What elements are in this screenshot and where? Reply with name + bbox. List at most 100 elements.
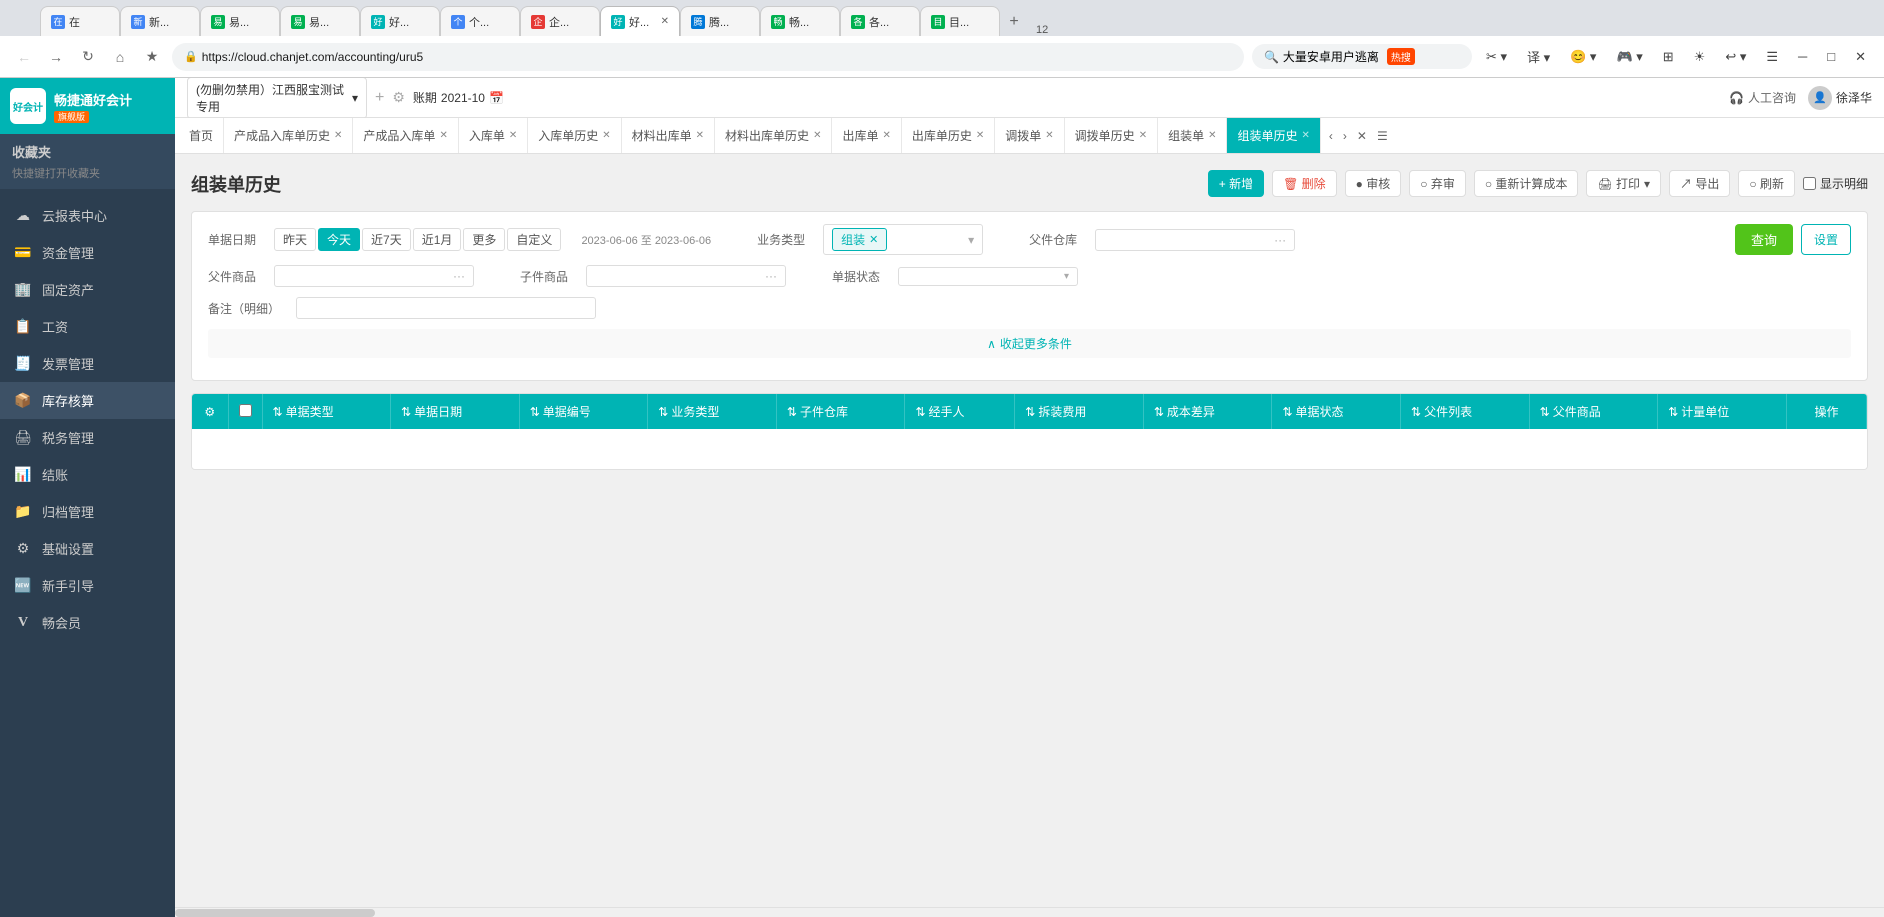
sidebar-item-invoice[interactable]: 🧾 发票管理	[0, 345, 175, 382]
settings-company-btn[interactable]: ⚙	[392, 89, 405, 106]
scrollbar-thumb[interactable]	[175, 909, 375, 917]
sort-icon-cost-diff[interactable]: ⇅	[1154, 405, 1164, 419]
child-product-input[interactable]: ···	[586, 265, 786, 287]
parent-product-input[interactable]: ···	[274, 265, 474, 287]
nav-tab-home[interactable]: 首页	[179, 118, 224, 153]
favorites-subtitle[interactable]: 快捷键打开收藏夹	[12, 165, 163, 181]
sidebar-item-cloud-report[interactable]: ☁ 云报表中心	[0, 197, 175, 234]
date-btn-1month[interactable]: 近1月	[413, 228, 462, 251]
nav-tab-4-close[interactable]: ✕	[602, 130, 610, 141]
nav-tab-8-close[interactable]: ✕	[976, 130, 984, 141]
nav-tab-8[interactable]: 出库单历史 ✕	[902, 118, 995, 153]
filter-settings-button[interactable]: 设置	[1801, 224, 1851, 255]
biz-type-input[interactable]: 组装 ✕ ▾	[823, 224, 983, 255]
sort-icon-handler[interactable]: ⇅	[915, 405, 925, 419]
grid-button[interactable]: ⊞	[1657, 45, 1680, 69]
address-input[interactable]: 🔒 https://cloud.chanjet.com/accounting/u…	[172, 43, 1244, 71]
sidebar-item-tax[interactable]: 🖨 税务管理	[0, 419, 175, 456]
biz-type-tag-close[interactable]: ✕	[869, 233, 878, 246]
calendar-icon[interactable]: 📅	[489, 91, 504, 105]
nav-tab-1-close[interactable]: ✕	[334, 130, 342, 141]
nav-tab-11[interactable]: 组装单 ✕	[1158, 118, 1227, 153]
remarks-input[interactable]	[296, 297, 596, 319]
sort-icon-biz[interactable]: ⇅	[658, 405, 668, 419]
sidebar-item-archive[interactable]: 📁 归档管理	[0, 493, 175, 530]
show-detail-checkbox[interactable]: 显示明细	[1803, 175, 1868, 192]
maximize-button[interactable]: □	[1821, 45, 1841, 68]
browser-tab-4[interactable]: 易 易...	[280, 6, 360, 36]
cut-button[interactable]: ✂ ▾	[1480, 45, 1513, 69]
company-selector[interactable]: (勿删勿禁用）江西服宝测试专用 ▾	[187, 78, 367, 119]
home-button[interactable]: ⌂	[108, 45, 132, 69]
status-dropdown[interactable]: ▾	[898, 267, 1078, 286]
new-tab-button[interactable]: +	[1000, 8, 1028, 36]
nav-tab-2[interactable]: 产成品入库单 ✕	[353, 118, 458, 153]
service-button[interactable]: 🎧 人工咨询	[1729, 89, 1796, 106]
th-settings[interactable]: ⚙	[192, 394, 228, 429]
browser-tab-8-close[interactable]: ✕	[661, 16, 669, 27]
search-bar[interactable]: 🔍 大量安卓用户逃离 热搜	[1252, 44, 1472, 69]
browser-tab-12[interactable]: 目 目...	[920, 6, 1000, 36]
reload-button[interactable]: ↻	[76, 45, 100, 69]
emoji-button[interactable]: 😊 ▾	[1564, 45, 1602, 69]
browser-tab-7[interactable]: 企 企...	[520, 6, 600, 36]
scroll-left-btn[interactable]: ‹	[1325, 127, 1337, 145]
more-tabs-btn[interactable]: ☰	[1373, 127, 1392, 145]
date-btn-7days[interactable]: 近7天	[362, 228, 411, 251]
browser-tab-9[interactable]: 腾 腾...	[680, 6, 760, 36]
horizontal-scrollbar[interactable]	[175, 907, 1884, 917]
browser-tab-8[interactable]: 好 好... ✕	[600, 6, 680, 36]
undo-button[interactable]: ↩ ▾	[1719, 45, 1752, 69]
close-window-button[interactable]: ✕	[1849, 45, 1872, 69]
parent-warehouse-input[interactable]: ···	[1095, 229, 1295, 251]
date-btn-yesterday[interactable]: 昨天	[274, 228, 316, 251]
sidebar-item-salary[interactable]: 📋 工资	[0, 308, 175, 345]
query-button[interactable]: 查询	[1735, 224, 1793, 255]
nav-tab-10[interactable]: 调拨单历史 ✕	[1065, 118, 1158, 153]
sort-icon-dismantle[interactable]: ⇅	[1025, 405, 1035, 419]
sort-icon-unit[interactable]: ⇅	[1668, 405, 1678, 419]
scroll-right-btn[interactable]: ›	[1339, 127, 1351, 145]
sort-icon-parent-product[interactable]: ⇅	[1540, 405, 1550, 419]
sidebar-logo[interactable]: 好会计 畅捷通好会计 旗舰版	[0, 78, 175, 134]
nav-tab-6[interactable]: 材料出库单历史 ✕	[715, 118, 832, 153]
sidebar-item-guide[interactable]: 🆕 新手引导	[0, 567, 175, 604]
refresh-button[interactable]: ○ 刷新	[1738, 170, 1795, 197]
sidebar-item-fund[interactable]: 💳 资金管理	[0, 234, 175, 271]
nav-tab-7-close[interactable]: ✕	[882, 130, 890, 141]
nav-tab-7[interactable]: 出库单 ✕	[832, 118, 901, 153]
menu-button[interactable]: ☰	[1760, 45, 1784, 69]
browser-tab-6[interactable]: 个 个...	[440, 6, 520, 36]
game-button[interactable]: 🎮 ▾	[1610, 45, 1648, 69]
nav-tab-5-close[interactable]: ✕	[696, 130, 704, 141]
browser-tab-10[interactable]: 畅 畅...	[760, 6, 840, 36]
nav-tab-4[interactable]: 入库单历史 ✕	[528, 118, 621, 153]
minimize-button[interactable]: ─	[1792, 45, 1813, 68]
new-button[interactable]: + 新增	[1208, 170, 1264, 197]
nav-tab-10-close[interactable]: ✕	[1139, 130, 1147, 141]
select-all-checkbox[interactable]	[239, 404, 252, 417]
nav-tab-12-close[interactable]: ✕	[1302, 130, 1310, 141]
sort-icon-child-wh[interactable]: ⇅	[787, 405, 797, 419]
show-detail-input[interactable]	[1803, 177, 1816, 190]
browser-tab-3[interactable]: 易 易...	[200, 6, 280, 36]
recalculate-button[interactable]: ○ 重新计算成本	[1474, 170, 1579, 197]
date-btn-more[interactable]: 更多	[463, 228, 505, 251]
sort-icon-number[interactable]: ⇅	[530, 405, 540, 419]
delete-button[interactable]: 🗑 删除	[1272, 170, 1337, 197]
date-btn-custom[interactable]: 自定义	[507, 228, 561, 251]
back-button[interactable]: ←	[12, 45, 36, 69]
sort-icon-date[interactable]: ⇅	[401, 405, 411, 419]
nav-tab-9[interactable]: 调拨单 ✕	[995, 118, 1064, 153]
browser-tab-2[interactable]: 新 新...	[120, 6, 200, 36]
nav-tab-12[interactable]: 组装单历史 ✕	[1227, 118, 1320, 153]
audit-button[interactable]: ● 审核	[1345, 170, 1402, 197]
sidebar-item-checkout[interactable]: 📊 结账	[0, 456, 175, 493]
translate-button[interactable]: 译 ▾	[1521, 43, 1556, 70]
bookmark-button[interactable]: ★	[140, 45, 164, 69]
th-checkbox[interactable]	[228, 394, 262, 429]
date-btn-today[interactable]: 今天	[318, 228, 360, 251]
browser-tab-5[interactable]: 好 好...	[360, 6, 440, 36]
close-tab-btn[interactable]: ✕	[1353, 127, 1371, 145]
sidebar-item-inventory[interactable]: 📦 库存核算	[0, 382, 175, 419]
